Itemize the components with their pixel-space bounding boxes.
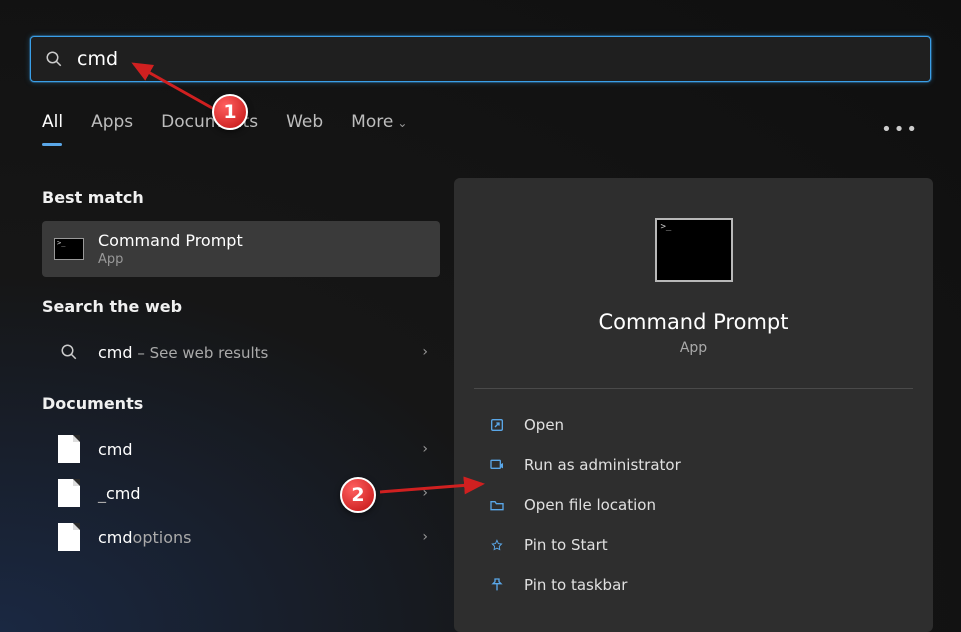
result-best-match[interactable]: Command Prompt App — [42, 221, 440, 277]
divider — [474, 388, 913, 389]
results-column: Best match Command Prompt App Search the… — [42, 180, 440, 632]
action-label: Pin to Start — [524, 536, 608, 554]
document-icon — [54, 481, 84, 505]
tab-web[interactable]: Web — [286, 112, 323, 146]
command-prompt-icon — [655, 218, 733, 282]
overflow-menu-button[interactable]: ••• — [881, 119, 919, 140]
folder-icon — [488, 496, 506, 514]
section-documents: Documents — [42, 394, 440, 413]
action-pin-to-start[interactable]: Pin to Start — [474, 527, 913, 563]
doc-label: cmdoptions — [98, 528, 422, 547]
pin-icon — [488, 576, 506, 594]
action-list: Open Run as administrator Open file loca… — [474, 407, 913, 603]
result-subtitle: App — [98, 252, 428, 267]
annotation-badge-1: 1 — [212, 94, 248, 130]
command-prompt-icon — [54, 237, 84, 261]
section-search-web: Search the web — [42, 297, 440, 316]
detail-pane: Command Prompt App Open Run as administr… — [454, 178, 933, 632]
chevron-right-icon: › — [422, 529, 428, 545]
open-icon — [488, 416, 506, 434]
search-icon — [54, 340, 84, 364]
detail-title: Command Prompt — [474, 310, 913, 334]
chevron-right-icon: › — [422, 344, 428, 360]
result-web[interactable]: cmd – See web results › — [42, 330, 440, 374]
search-input[interactable] — [77, 48, 916, 70]
tab-more[interactable]: More⌄ — [351, 112, 407, 146]
action-label: Open — [524, 416, 564, 434]
search-bar[interactable] — [30, 36, 931, 82]
search-icon — [45, 50, 63, 68]
filter-tabs: All Apps Documents Web More⌄ ••• — [42, 112, 919, 146]
result-document[interactable]: cmd › — [42, 427, 440, 471]
chevron-down-icon: ⌄ — [397, 116, 407, 130]
tab-apps[interactable]: Apps — [91, 112, 133, 146]
chevron-right-icon: › — [422, 441, 428, 457]
web-result-label: cmd – See web results — [98, 343, 422, 362]
action-label: Pin to taskbar — [524, 576, 627, 594]
action-label: Open file location — [524, 496, 656, 514]
document-icon — [54, 525, 84, 549]
action-open-file-location[interactable]: Open file location — [474, 487, 913, 523]
detail-subtitle: App — [474, 340, 913, 356]
action-label: Run as administrator — [524, 456, 681, 474]
shield-admin-icon — [488, 456, 506, 474]
result-document[interactable]: cmdoptions › — [42, 515, 440, 559]
annotation-badge-2: 2 — [340, 477, 376, 513]
chevron-right-icon: › — [422, 485, 428, 501]
tab-all[interactable]: All — [42, 112, 63, 146]
action-pin-to-taskbar[interactable]: Pin to taskbar — [474, 567, 913, 603]
action-open[interactable]: Open — [474, 407, 913, 443]
section-best-match: Best match — [42, 188, 440, 207]
result-document[interactable]: _cmd › — [42, 471, 440, 515]
doc-label: cmd — [98, 440, 422, 459]
pin-icon — [488, 536, 506, 554]
document-icon — [54, 437, 84, 461]
action-run-as-admin[interactable]: Run as administrator — [474, 447, 913, 483]
result-title: Command Prompt — [98, 231, 428, 250]
